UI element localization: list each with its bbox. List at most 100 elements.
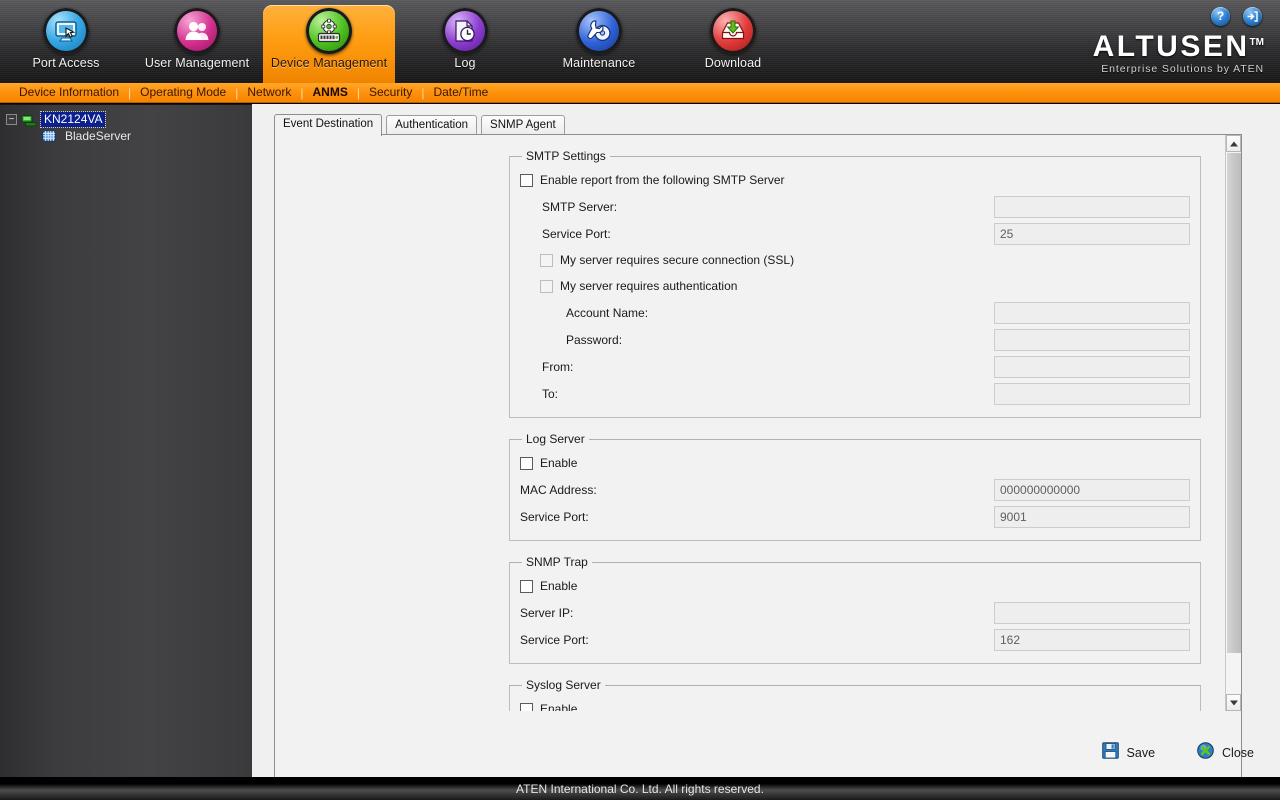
nav-tab-port-access[interactable]: Port Access bbox=[0, 5, 132, 83]
smtp-to-input[interactable] bbox=[994, 382, 1190, 405]
snmp-trap-legend: SNMP Trap bbox=[526, 555, 588, 569]
tree-node-label[interactable]: BladeServer bbox=[62, 129, 134, 144]
snmp-trap-enable-label: Enable bbox=[540, 579, 578, 593]
snmp-trap-enable-checkbox[interactable] bbox=[520, 579, 533, 593]
settings-scroll-viewport: SMTP Settings Enable report from the fol… bbox=[275, 135, 1227, 711]
scroll-up-arrow-icon[interactable] bbox=[1226, 135, 1241, 152]
smtp-from-input[interactable] bbox=[994, 355, 1190, 378]
scrollbar-thumb[interactable] bbox=[1227, 153, 1241, 653]
smtp-ssl-row: My server requires secure connection (SS… bbox=[520, 247, 1190, 273]
nav-tab-log[interactable]: Log bbox=[399, 5, 531, 83]
menu-item-date-time[interactable]: Date/Time bbox=[424, 83, 497, 102]
nav-tab-label: Maintenance bbox=[562, 56, 636, 70]
smtp-enable-checkbox[interactable] bbox=[520, 173, 533, 187]
smtp-settings-legend: SMTP Settings bbox=[526, 149, 606, 163]
copyright-text: ATEN International Co. Ltd. All rights r… bbox=[516, 782, 764, 796]
smtp-port-field-slot bbox=[994, 222, 1190, 245]
snmp-trap-port-field-slot bbox=[994, 628, 1190, 651]
tree-node-label[interactable]: KN2124VA bbox=[39, 111, 107, 128]
device-tree-sidebar: − KN2124VA BladeServer bbox=[0, 104, 252, 778]
log-server-mac-row: MAC Address: bbox=[520, 476, 1190, 503]
smtp-enable-row: Enable report from the following SMTP Se… bbox=[520, 167, 1190, 193]
tab-authentication[interactable]: Authentication bbox=[386, 115, 478, 136]
tree-collapse-icon[interactable]: − bbox=[6, 114, 17, 125]
smtp-from-field-slot bbox=[994, 355, 1190, 378]
snmp-trap-ip-label: Server IP: bbox=[520, 605, 574, 620]
nav-tab-label: Log bbox=[454, 56, 476, 70]
log-server-mac-field-slot bbox=[994, 478, 1190, 501]
menu-item-operating-mode[interactable]: Operating Mode bbox=[131, 83, 235, 102]
settings-scroll-content: SMTP Settings Enable report from the fol… bbox=[275, 135, 1227, 711]
smtp-port-row: Service Port: bbox=[520, 220, 1190, 247]
menu-item-network[interactable]: Network bbox=[238, 83, 300, 102]
clock-document-icon bbox=[442, 8, 488, 54]
smtp-server-input[interactable] bbox=[994, 195, 1190, 218]
snmp-trap-enable-row: Enable bbox=[520, 573, 1190, 599]
gear-server-icon bbox=[306, 8, 352, 54]
smtp-account-input[interactable] bbox=[994, 301, 1190, 324]
smtp-auth-label: My server requires authentication bbox=[560, 279, 738, 293]
log-server-port-field-slot bbox=[994, 505, 1190, 528]
tree-node-root[interactable]: − KN2124VA bbox=[4, 111, 252, 128]
brand-logo: ALTUSENTM Enterprise Solutions by ATEN bbox=[1093, 28, 1264, 76]
smtp-password-label: Password: bbox=[566, 332, 623, 347]
smtp-account-label: Account Name: bbox=[566, 305, 649, 320]
tab-strip: Event Destination Authentication SNMP Ag… bbox=[274, 114, 565, 136]
app-header: Port Access User Management Device Manag… bbox=[0, 0, 1280, 83]
smtp-password-field-slot bbox=[994, 328, 1190, 351]
tab-event-destination[interactable]: Event Destination bbox=[274, 114, 383, 136]
nav-tab-label: Port Access bbox=[32, 56, 100, 70]
smtp-server-label: SMTP Server: bbox=[542, 199, 618, 214]
menu-item-device-information[interactable]: Device Information bbox=[10, 83, 128, 102]
log-server-port-input[interactable] bbox=[994, 505, 1190, 528]
download-tray-icon bbox=[710, 8, 756, 54]
users-icon bbox=[174, 8, 220, 54]
device-switch-icon bbox=[21, 113, 37, 127]
nav-tab-maintenance[interactable]: Maintenance bbox=[533, 5, 665, 83]
snmp-trap-ip-field-slot bbox=[994, 601, 1190, 624]
smtp-to-field-slot bbox=[994, 382, 1190, 405]
smtp-auth-checkbox[interactable] bbox=[540, 279, 553, 293]
syslog-server-section: Syslog Server Enable Server IP: bbox=[509, 678, 1201, 711]
brand-tagline: Enterprise Solutions by ATEN bbox=[1101, 63, 1264, 75]
menu-item-anms[interactable]: ANMS bbox=[304, 83, 357, 102]
smtp-from-row: From: bbox=[520, 353, 1190, 380]
menu-item-security[interactable]: Security bbox=[360, 83, 421, 102]
wrench-disc-icon bbox=[576, 8, 622, 54]
nav-tab-download[interactable]: Download bbox=[667, 5, 799, 83]
settings-vertical-scrollbar[interactable] bbox=[1225, 135, 1241, 711]
log-server-enable-label: Enable bbox=[540, 456, 578, 470]
smtp-password-input[interactable] bbox=[994, 328, 1190, 351]
log-server-enable-checkbox[interactable] bbox=[520, 456, 533, 470]
smtp-account-field-slot bbox=[994, 301, 1190, 324]
tree-node-bladeserver[interactable]: BladeServer bbox=[4, 128, 252, 145]
smtp-ssl-checkbox[interactable] bbox=[540, 253, 553, 267]
close-button[interactable]: Close bbox=[1197, 742, 1254, 764]
snmp-trap-port-row: Service Port: bbox=[520, 626, 1190, 653]
log-server-section: Log Server Enable MAC Address: 000000000… bbox=[509, 432, 1201, 541]
nav-tab-device-management[interactable]: Device Management bbox=[263, 5, 395, 83]
log-server-port-label: Service Port: bbox=[520, 509, 589, 524]
log-server-mac-input[interactable] bbox=[994, 478, 1190, 501]
smtp-port-label: Service Port: bbox=[542, 226, 611, 241]
save-button[interactable]: Save bbox=[1101, 742, 1156, 764]
application-window: Port Access User Management Device Manag… bbox=[0, 0, 1280, 800]
snmp-trap-port-input[interactable] bbox=[994, 628, 1190, 651]
floppy-disk-icon bbox=[1101, 742, 1119, 764]
nav-tab-user-management[interactable]: User Management bbox=[131, 5, 263, 83]
question-mark-icon[interactable]: ? bbox=[1211, 7, 1230, 26]
smtp-password-row: Password: bbox=[520, 326, 1190, 353]
logout-door-icon[interactable] bbox=[1243, 7, 1262, 26]
tab-snmp-agent[interactable]: SNMP Agent bbox=[481, 115, 565, 136]
scroll-down-arrow-icon[interactable] bbox=[1226, 694, 1241, 711]
smtp-auth-row: My server requires authentication bbox=[520, 273, 1190, 299]
syslog-enable-checkbox[interactable] bbox=[520, 702, 533, 711]
smtp-port-input[interactable] bbox=[994, 222, 1190, 245]
blade-grid-icon bbox=[42, 130, 58, 144]
brand-wordmark: ALTUSENTM bbox=[1093, 28, 1264, 62]
save-button-label: Save bbox=[1126, 746, 1156, 760]
log-server-port-row: Service Port: bbox=[520, 503, 1190, 530]
close-button-label: Close bbox=[1222, 746, 1254, 760]
main-nav-tabs: Port Access User Management Device Manag… bbox=[0, 0, 800, 83]
snmp-trap-ip-input[interactable] bbox=[994, 601, 1190, 624]
